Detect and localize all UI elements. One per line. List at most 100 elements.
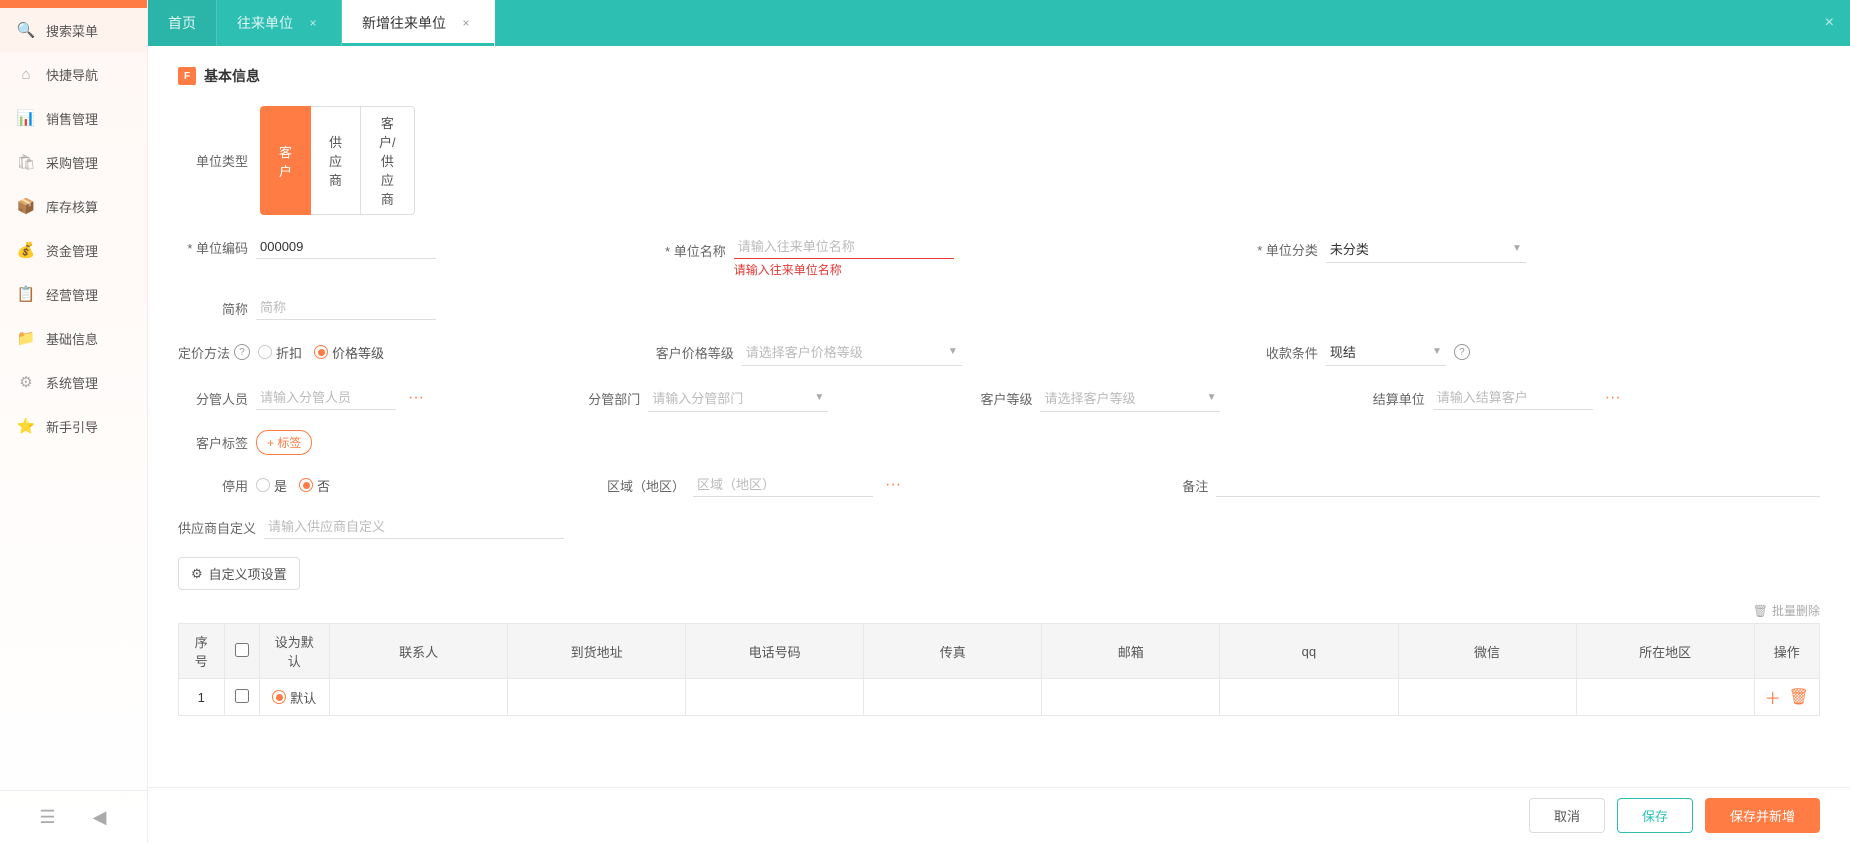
manager-input[interactable] (256, 386, 396, 410)
settlement-dots[interactable]: ··· (1601, 389, 1625, 407)
settlement-unit-label: 结算单位 (1355, 389, 1425, 408)
row-delete-icon[interactable]: 🗑 (1789, 687, 1809, 707)
tab-bar: 首页 往来单位 × 新增往来单位 × × (148, 0, 1850, 46)
cell-fax[interactable] (864, 679, 1042, 716)
phone-input[interactable] (696, 690, 853, 705)
manager-group: 分管人员 ··· (178, 386, 550, 410)
region-dots[interactable]: ··· (881, 476, 905, 494)
radio-disabled-yes-label: 是 (274, 476, 287, 495)
save-button[interactable]: 保存 (1617, 798, 1693, 833)
sidebar-item-quicknav[interactable]: ⌂ 快捷导航 (0, 52, 147, 96)
remarks-input[interactable] (1216, 473, 1820, 497)
table-select-all[interactable] (235, 643, 249, 657)
col-phone: 电话号码 (686, 624, 864, 679)
payment-terms-help-icon[interactable]: ? (1454, 344, 1470, 360)
sidebar-item-search[interactable]: 🔍 搜索菜单 (0, 8, 147, 52)
short-name-input[interactable] (256, 296, 436, 320)
customer-price-level-select[interactable]: 请选择客户价格等级 ▼ (742, 338, 962, 366)
settlement-unit-input[interactable] (1433, 386, 1593, 410)
cell-contact[interactable] (330, 679, 508, 716)
sidebar-item-basic[interactable]: 📁 基础信息 (0, 316, 147, 360)
cell-region[interactable] (1576, 679, 1754, 716)
section-title: 基本信息 (204, 66, 260, 86)
row-region-input[interactable] (1587, 690, 1744, 705)
pricing-help-icon[interactable]: ? (234, 344, 250, 360)
unit-name-input[interactable] (734, 235, 954, 259)
tab-partners-close[interactable]: × (305, 15, 321, 31)
tab-home-label: 首页 (168, 13, 196, 33)
sidebar-item-purchase[interactable]: 🛍 采购管理 (0, 140, 147, 184)
customer-level-chevron: ▼ (1207, 392, 1217, 403)
unit-type-customer[interactable]: 客户 (260, 106, 311, 215)
radio-disabled-no[interactable]: 否 (299, 476, 330, 495)
save-new-button[interactable]: 保存并新增 (1705, 798, 1820, 833)
tab-home[interactable]: 首页 (148, 0, 217, 46)
cell-wechat[interactable] (1398, 679, 1576, 716)
form-content: F 基本信息 单位类型 客户 供应商 客户/供应商 * 单位编码 (148, 46, 1850, 787)
row-default-dot (272, 690, 286, 704)
col-index: 序号 (179, 624, 225, 679)
unit-category-select[interactable]: 未分类 ▼ (1326, 235, 1526, 263)
customer-price-level-group: 客户价格等级 请选择客户价格等级 ▼ (656, 338, 1228, 366)
region-input[interactable] (693, 473, 873, 497)
guide-icon: ⭐ (16, 416, 36, 436)
radio-price-level[interactable]: 价格等级 (314, 343, 384, 362)
sidebar-item-guide[interactable]: ⭐ 新手引导 (0, 404, 147, 448)
tab-partners[interactable]: 往来单位 × (217, 0, 342, 46)
contact-input[interactable] (340, 690, 497, 705)
batch-delete[interactable]: 🗑 批量删除 (178, 602, 1820, 619)
tab-new-partner[interactable]: 新增往来单位 × (342, 0, 495, 46)
operations-icon: 📋 (16, 284, 36, 304)
unit-name-group: * 单位名称 请输入往来单位名称 (656, 235, 1228, 278)
cell-address[interactable] (508, 679, 686, 716)
radio-discount[interactable]: 折扣 (258, 343, 302, 362)
manager-dots[interactable]: ··· (404, 389, 428, 407)
custom-settings-btn[interactable]: ⚙ 自定义项设置 (178, 557, 300, 590)
custom-settings-icon: ⚙ (191, 566, 203, 582)
sidebar-item-finance[interactable]: 💰 资金管理 (0, 228, 147, 272)
wechat-input[interactable] (1409, 690, 1566, 705)
address-input[interactable] (518, 690, 675, 705)
cell-email[interactable] (1042, 679, 1220, 716)
unit-type-group: 客户 供应商 客户/供应商 (260, 106, 415, 215)
supplier-custom-input[interactable] (264, 515, 564, 539)
tab-new-partner-close[interactable]: × (458, 15, 474, 31)
sidebar-item-sales[interactable]: 📊 销售管理 (0, 96, 147, 140)
sidebar-item-operations[interactable]: 📋 经营管理 (0, 272, 147, 316)
sidebar-item-inventory[interactable]: 📦 库存核算 (0, 184, 147, 228)
customer-level-select[interactable]: 请选择客户等级 ▼ (1040, 384, 1220, 412)
unit-type-both[interactable]: 客户/供应商 (361, 106, 415, 215)
payment-terms-select[interactable]: 现结 ▼ (1326, 338, 1446, 366)
radio-disabled-yes[interactable]: 是 (256, 476, 287, 495)
fax-input[interactable] (874, 690, 1031, 705)
department-select[interactable]: 请输入分管部门 ▼ (648, 384, 828, 412)
customer-level-label: 客户等级 (962, 389, 1032, 408)
sidebar-item-system[interactable]: ⚙ 系统管理 (0, 360, 147, 404)
customer-price-level-label: 客户价格等级 (656, 343, 734, 362)
col-wechat: 微信 (1398, 624, 1576, 679)
unit-type-supplier[interactable]: 供应商 (311, 106, 361, 215)
cell-phone[interactable] (686, 679, 864, 716)
tags-label: 客户标签 (178, 433, 248, 452)
qq-input[interactable] (1230, 690, 1387, 705)
disabled-label: 停用 (178, 476, 248, 495)
cell-qq[interactable] (1220, 679, 1398, 716)
add-tag-btn[interactable]: + 标签 (256, 430, 312, 455)
cancel-button[interactable]: 取消 (1529, 798, 1605, 833)
sidebar-bottom-btn-2[interactable]: ◀ (76, 799, 124, 835)
payment-terms-value: 现结 (1330, 342, 1428, 361)
footer-actions: 取消 保存 保存并新增 (148, 787, 1850, 843)
row-checkbox[interactable] (235, 689, 249, 703)
email-input[interactable] (1052, 690, 1209, 705)
tab-bar-close-all[interactable]: × (1809, 0, 1850, 46)
col-default: 设为默认 (259, 624, 330, 679)
department-chevron: ▼ (814, 392, 824, 403)
sidebar-bottom-btn-1[interactable]: ☰ (24, 799, 72, 835)
unit-code-input[interactable] (256, 235, 436, 259)
short-name-group: 简称 (178, 296, 1820, 320)
unit-code-label: * 单位编码 (178, 238, 248, 257)
row-add-icon[interactable]: ＋ (1765, 685, 1781, 709)
tags-group: 客户标签 + 标签 (178, 430, 1820, 455)
row-actions: ＋ 🗑 (1765, 685, 1809, 709)
row-default-radio[interactable]: 默认 (270, 688, 320, 707)
